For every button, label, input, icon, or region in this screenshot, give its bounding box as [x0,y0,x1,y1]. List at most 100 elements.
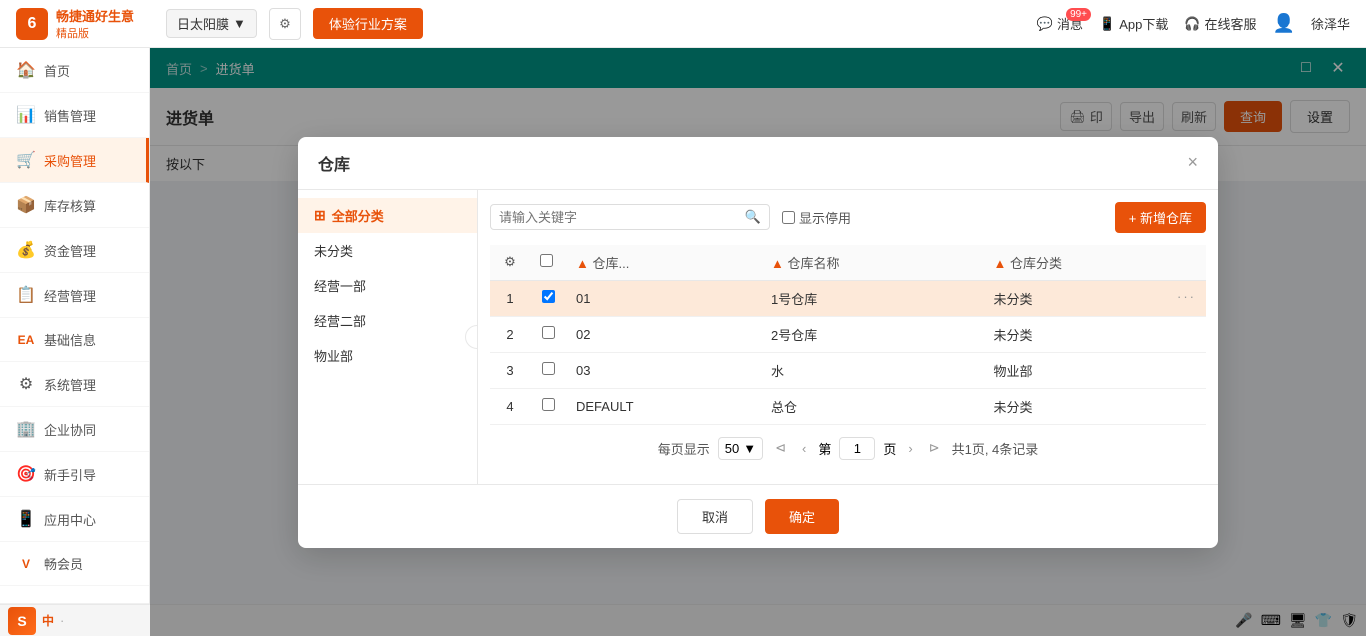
category-ops1[interactable]: 经营一部 [298,268,477,303]
category-ops2[interactable]: 经营二部 [298,303,477,338]
sidebar-item-label: 基础信息 [44,330,96,349]
row-number: 3 [490,352,530,388]
gear-button[interactable]: ⚙ [269,8,301,40]
row-code: DEFAULT [566,388,761,424]
sidebar-item-app-center[interactable]: 📱 应用中心 [0,497,149,542]
row-checkbox-cell[interactable] [530,352,566,388]
row-category: 未分类 [983,316,1206,352]
category-property[interactable]: 物业部 [298,338,477,373]
sidebar-item-label: 首页 [44,61,70,80]
confirm-button[interactable]: 确定 [765,499,839,534]
grid-icon: ⊞ [314,207,326,224]
row-checkbox-cell[interactable] [530,316,566,352]
category-all[interactable]: ⊞ 全部分类 [298,198,477,233]
row-category: 未分类··· [983,280,1206,316]
table-panel: 🔍 显示停用 + 新增仓库 [478,190,1218,484]
user-avatar[interactable]: 👤 [1273,13,1295,34]
online-service-button[interactable]: 🎧 在线客服 [1184,14,1256,33]
prev-page-button[interactable]: ‹ [798,439,810,458]
mobile-icon: 📱 [1099,16,1115,32]
row-category: 物业部 [983,352,1206,388]
logo-icon: 6 [16,8,48,40]
row-checkbox-cell[interactable] [530,280,566,316]
user-name[interactable]: 徐泽华 [1311,14,1350,33]
sidebar-item-inventory[interactable]: 📦 库存核算 [0,183,149,228]
header-middle: 日太阳膜 ▼ ⚙ 体验行业方案 [166,8,1037,40]
select-all-checkbox[interactable] [540,254,553,267]
col-settings[interactable]: ⚙ [490,245,530,281]
col-warehouse-code[interactable]: ▲ 仓库... [566,245,761,281]
table-row[interactable]: 1 01 1号仓库 未分类··· [490,280,1206,316]
modal-header: 仓库 × [298,137,1218,190]
search-icon[interactable]: 🔍 [745,209,761,225]
user-icon: 👤 [1273,13,1295,34]
row-number: 4 [490,388,530,424]
sidebar-item-label: 库存核算 [44,196,96,215]
first-page-button[interactable]: ⊲ [771,438,790,458]
add-warehouse-button[interactable]: + 新增仓库 [1115,202,1206,233]
sidebar-item-guide[interactable]: 🎯 新手引导 [0,452,149,497]
category-unclassified[interactable]: 未分类 [298,233,477,268]
row-number: 2 [490,316,530,352]
finance-icon: 💰 [16,240,36,260]
sidebar: 🏠 首页 📊 销售管理 🛒 采购管理 📦 库存核算 💰 资金管理 📋 经营管理 … [0,48,150,636]
page-suffix: 页 [883,439,896,458]
show-disabled-input[interactable] [782,211,795,224]
sidebar-item-member[interactable]: V 畅会员 [0,542,149,586]
row-number: 1 [490,280,530,316]
logo-text: 畅捷通好生意 精品版 [56,6,134,41]
table-row[interactable]: 4 DEFAULT 总仓 未分类 [490,388,1206,424]
sidebar-item-purchase[interactable]: 🛒 采购管理 [0,138,149,183]
sidebar-item-home[interactable]: 🏠 首页 [0,48,149,93]
modal-body: 《 ⊞ 全部分类 未分类 经营一部 经营二部 [298,190,1218,484]
sidebar-item-finance[interactable]: 💰 资金管理 [0,228,149,273]
app-download-button[interactable]: 📱 App下载 [1099,14,1168,33]
message-button[interactable]: 💬 消息 99+ [1037,14,1083,33]
sidebar-item-enterprise[interactable]: 🏢 企业协同 [0,407,149,452]
last-page-button[interactable]: ⊳ [925,438,944,458]
col-warehouse-category[interactable]: ▲ 仓库分类 [983,245,1206,281]
sidebar-item-label: 企业协同 [44,420,96,439]
message-icon: 💬 [1037,16,1053,32]
warehouse-modal: 仓库 × 《 ⊞ 全部分类 未分类 [298,137,1218,548]
row-name: 2号仓库 [761,316,984,352]
store-selector[interactable]: 日太阳膜 ▼ [166,9,257,38]
modal-title: 仓库 [318,151,350,175]
row-name: 1号仓库 [761,280,984,316]
sidebar-item-label: 系统管理 [44,375,96,394]
row-checkbox-cell[interactable] [530,388,566,424]
row-actions-button[interactable]: ··· [1177,289,1196,304]
basic-info-icon: EA [16,333,36,347]
sidebar-item-sales[interactable]: 📊 销售管理 [0,93,149,138]
col-checkbox[interactable] [530,245,566,281]
home-icon: 🏠 [16,60,36,80]
row-code: 01 [566,280,761,316]
chevron-down-icon: ▼ [743,441,756,456]
page-number-input[interactable] [839,437,875,460]
col-warehouse-name[interactable]: ▲ 仓库名称 [761,245,984,281]
page-label: 第 [818,439,831,458]
next-page-button[interactable]: › [904,439,916,458]
app-center-icon: 📱 [16,509,36,529]
sort-icon-name: ▲ [771,256,784,271]
sidebar-item-operations[interactable]: 📋 经营管理 [0,273,149,318]
operations-icon: 📋 [16,285,36,305]
sidebar-item-system[interactable]: ⚙ 系统管理 [0,362,149,407]
modal-overlay: 仓库 × 《 ⊞ 全部分类 未分类 [150,48,1366,636]
per-page-select[interactable]: 50 ▼ [718,437,763,460]
cancel-button[interactable]: 取消 [677,499,753,534]
search-input[interactable] [499,210,745,225]
sidebar-item-label: 资金管理 [44,241,96,260]
sidebar-item-basic-info[interactable]: EA 基础信息 [0,318,149,362]
table-row[interactable]: 3 03 水 物业部 [490,352,1206,388]
headset-icon: 🎧 [1184,16,1200,32]
modal-close-button[interactable]: × [1187,152,1198,173]
search-input-wrap: 🔍 [490,204,770,230]
show-disabled-checkbox[interactable]: 显示停用 [782,208,851,227]
table-row[interactable]: 2 02 2号仓库 未分类 [490,316,1206,352]
total-count: 共1页, 4条记录 [952,439,1039,458]
chevron-down-icon: ▼ [233,16,246,31]
inventory-icon: 📦 [16,195,36,215]
settings-icon: ⚙ [504,254,516,269]
trial-button[interactable]: 体验行业方案 [313,8,423,39]
